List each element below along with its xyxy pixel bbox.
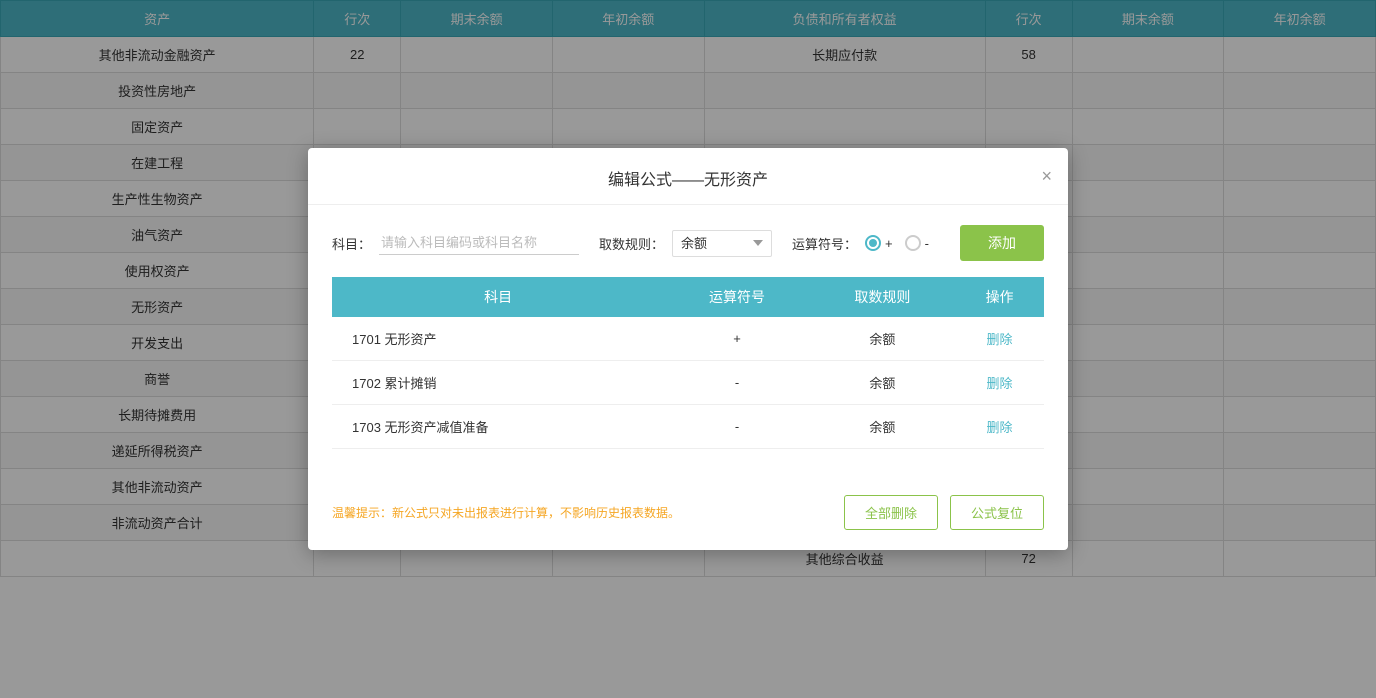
- delete-all-button[interactable]: 全部删除: [844, 495, 938, 530]
- footer-buttons: 全部删除 公式复位: [844, 495, 1044, 530]
- footer-tip: 温馨提示：新公式只对未出报表进行计算，不影响历史报表数据。: [332, 504, 680, 521]
- modal-title: 编辑公式——无形资产: [608, 172, 768, 189]
- cell-subject: 1703 无形资产减值准备: [332, 405, 664, 449]
- cell-operator: -: [664, 405, 809, 449]
- operator-group: 运算符号： + -: [792, 234, 929, 253]
- modal-footer: 温馨提示：新公式只对未出报表进行计算，不影响历史报表数据。 全部删除 公式复位: [308, 485, 1068, 550]
- reset-formula-button[interactable]: 公式复位: [950, 495, 1044, 530]
- cell-subject: 1701 无形资产: [332, 317, 664, 361]
- radio-plus-circle: [865, 235, 881, 251]
- cell-action: 删除: [955, 317, 1044, 361]
- rule-label: 取数规则：: [599, 234, 664, 253]
- add-button[interactable]: 添加: [960, 225, 1044, 261]
- modal-dialog: 编辑公式——无形资产 × 科目： 取数规则： 余额 借方 贷方 借方发生额: [308, 148, 1068, 550]
- col-rule: 取数规则: [810, 277, 955, 317]
- operator-radio-group: + -: [865, 235, 929, 251]
- modal-body: 科目： 取数规则： 余额 借方 贷方 借方发生额 贷方发生额 运算符号：: [308, 205, 1068, 485]
- delete-row-button[interactable]: 删除: [987, 329, 1013, 348]
- cell-operator: -: [664, 361, 809, 405]
- modal-header: 编辑公式——无形资产 ×: [308, 148, 1068, 205]
- cell-action: 删除: [955, 361, 1044, 405]
- cell-rule: 余额: [810, 317, 955, 361]
- delete-row-button[interactable]: 删除: [987, 417, 1013, 436]
- cell-rule: 余额: [810, 361, 955, 405]
- col-operator: 运算符号: [664, 277, 809, 317]
- rule-group: 取数规则： 余额 借方 贷方 借方发生额 贷方发生额: [599, 230, 772, 257]
- table-row: 1702 累计摊销-余额 删除: [332, 361, 1044, 405]
- operator-plus-label: +: [885, 236, 893, 251]
- operator-minus-label: -: [925, 236, 929, 251]
- subject-input[interactable]: [379, 231, 579, 255]
- operator-plus-radio[interactable]: +: [865, 235, 893, 251]
- formula-table: 科目 运算符号 取数规则 操作 1701 无形资产+余额删除1702 累计摊销-…: [332, 277, 1044, 449]
- cell-operator: +: [664, 317, 809, 361]
- subject-group: 科目：: [332, 231, 579, 255]
- rule-select[interactable]: 余额 借方 贷方 借方发生额 贷方发生额: [672, 230, 772, 257]
- cell-rule: 余额: [810, 405, 955, 449]
- col-action: 操作: [955, 277, 1044, 317]
- col-subject: 科目: [332, 277, 664, 317]
- modal-overlay: 编辑公式——无形资产 × 科目： 取数规则： 余额 借方 贷方 借方发生额: [0, 0, 1376, 698]
- cell-action: 删除: [955, 405, 1044, 449]
- table-row: 1703 无形资产减值准备-余额 删除: [332, 405, 1044, 449]
- radio-minus-circle: [905, 235, 921, 251]
- cell-subject: 1702 累计摊销: [332, 361, 664, 405]
- subject-label: 科目：: [332, 234, 371, 253]
- table-row: 1701 无形资产+余额 删除: [332, 317, 1044, 361]
- close-button[interactable]: ×: [1041, 167, 1052, 185]
- delete-row-button[interactable]: 删除: [987, 373, 1013, 392]
- operator-minus-radio[interactable]: -: [905, 235, 929, 251]
- operator-label: 运算符号：: [792, 234, 857, 253]
- form-row: 科目： 取数规则： 余额 借方 贷方 借方发生额 贷方发生额 运算符号：: [332, 225, 1044, 261]
